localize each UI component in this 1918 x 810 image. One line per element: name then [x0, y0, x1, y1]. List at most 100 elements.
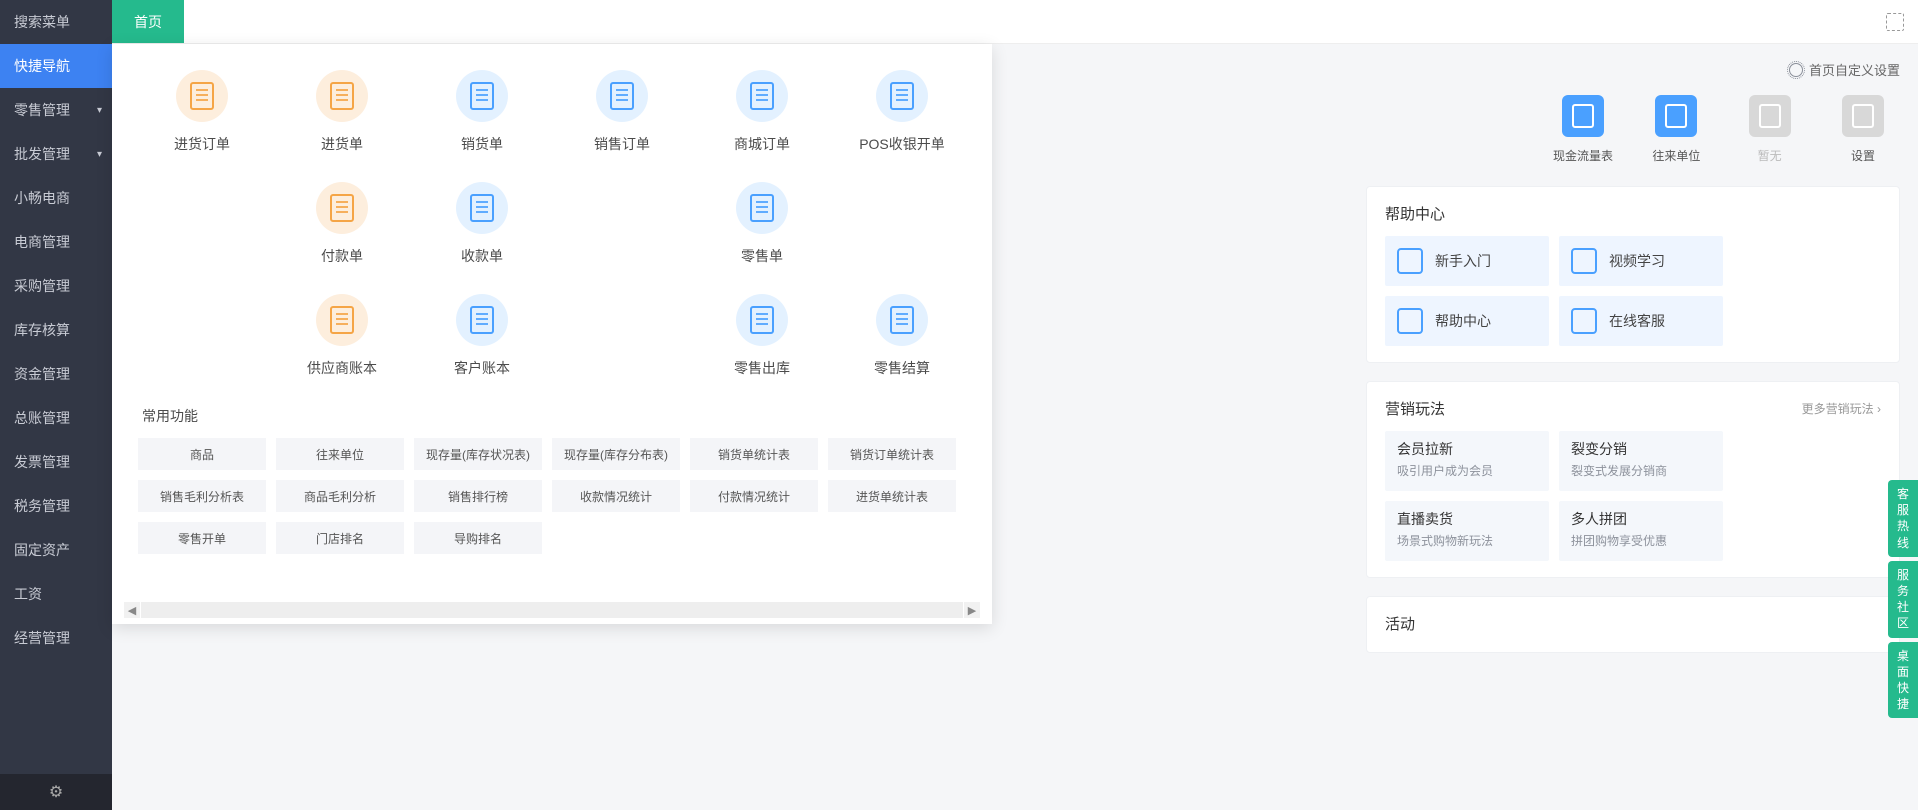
- help-item-0[interactable]: 新手入门: [1385, 236, 1549, 286]
- tab-home[interactable]: 首页: [112, 0, 184, 43]
- sidebar-item-1[interactable]: 快捷导航: [0, 44, 112, 88]
- fn-btn-8[interactable]: 销售排行榜: [414, 480, 542, 512]
- promo-title: 多人拼团: [1571, 509, 1711, 529]
- fullscreen-icon[interactable]: [1886, 13, 1904, 31]
- retail-out-icon[interactable]: [736, 294, 788, 346]
- doc-icon: [750, 194, 774, 222]
- activity-title: 活动: [1385, 613, 1415, 634]
- quick-contacts[interactable]: 往来单位: [1641, 95, 1711, 164]
- help-label: 视频学习: [1609, 251, 1665, 271]
- sidebar: 搜索菜单快捷导航零售管理▾批发管理▾小畅电商电商管理采购管理库存核算资金管理总账…: [0, 0, 112, 810]
- mall-order-icon[interactable]: [736, 70, 788, 122]
- sidebar-item-8[interactable]: 资金管理: [0, 352, 112, 396]
- activity-card: 活动: [1366, 596, 1900, 653]
- marketing-more-link[interactable]: 更多营销玩法 ›: [1802, 400, 1881, 417]
- sidebar-item-9[interactable]: 总账管理: [0, 396, 112, 440]
- retail-out-label: 零售出库: [734, 358, 790, 378]
- retail-settle-label: 零售结算: [874, 358, 930, 378]
- fn-btn-5[interactable]: 销货订单统计表: [828, 438, 956, 470]
- sidebar-item-3[interactable]: 批发管理▾: [0, 132, 112, 176]
- fn-btn-11[interactable]: 进货单统计表: [828, 480, 956, 512]
- doc-icon: [890, 82, 914, 110]
- help-item-1[interactable]: 视频学习: [1559, 236, 1723, 286]
- doc-icon: [470, 194, 494, 222]
- sidebar-item-4[interactable]: 小畅电商: [0, 176, 112, 220]
- help-icon: [1397, 308, 1423, 334]
- fn-btn-13[interactable]: 门店排名: [276, 522, 404, 554]
- help-label: 帮助中心: [1435, 311, 1491, 331]
- payment-label: 付款单: [321, 246, 363, 266]
- sidebar-item-10[interactable]: 发票管理: [0, 440, 112, 484]
- promo-sub: 场景式购物新玩法: [1397, 532, 1537, 549]
- gear-icon: ⚙: [49, 782, 63, 802]
- purchase-order-icon[interactable]: [176, 70, 228, 122]
- promo-3[interactable]: 多人拼团拼团购物享受优惠: [1559, 501, 1723, 561]
- sidebar-item-12[interactable]: 固定资产: [0, 528, 112, 572]
- help-icon: [1397, 248, 1423, 274]
- home-custom-settings[interactable]: 首页自定义设置: [1366, 60, 1900, 79]
- fn-btn-4[interactable]: 销货单统计表: [690, 438, 818, 470]
- payment-icon[interactable]: [316, 182, 368, 234]
- retail-settle-icon[interactable]: [876, 294, 928, 346]
- promo-sub: 裂变式发展分销商: [1571, 462, 1711, 479]
- fn-btn-2[interactable]: 现存量(库存状况表): [414, 438, 542, 470]
- fn-btn-6[interactable]: 销售毛利分析表: [138, 480, 266, 512]
- pos-open-label: POS收银开单: [859, 134, 945, 154]
- float-btn-1[interactable]: 服务社区: [1888, 561, 1918, 638]
- marketing-card: 营销玩法 更多营销玩法 › 会员拉新吸引用户成为会员裂变分销裂变式发展分销商直播…: [1366, 381, 1900, 578]
- quick-label: 设置: [1851, 147, 1875, 164]
- quick-placeholder[interactable]: 暂无: [1735, 95, 1805, 164]
- promo-0[interactable]: 会员拉新吸引用户成为会员: [1385, 431, 1549, 491]
- scroll-track[interactable]: [141, 602, 963, 618]
- fn-btn-1[interactable]: 往来单位: [276, 438, 404, 470]
- supplier-ledger-icon[interactable]: [316, 294, 368, 346]
- fn-btn-14[interactable]: 导购排名: [414, 522, 542, 554]
- common-functions-title: 常用功能: [142, 406, 972, 426]
- fn-btn-3[interactable]: 现存量(库存分布表): [552, 438, 680, 470]
- fn-btn-0[interactable]: 商品: [138, 438, 266, 470]
- sidebar-item-11[interactable]: 税务管理: [0, 484, 112, 528]
- sidebar-item-14[interactable]: 经营管理: [0, 616, 112, 660]
- sales-order-icon[interactable]: [596, 70, 648, 122]
- right-column: 首页自定义设置 现金流量表往来单位暂无设置 帮助中心 新手入门视频学习帮助中心在…: [1366, 60, 1900, 671]
- promo-2[interactable]: 直播卖货场景式购物新玩法: [1385, 501, 1549, 561]
- fn-btn-10[interactable]: 付款情况统计: [690, 480, 818, 512]
- scroll-left-icon[interactable]: ◀: [124, 602, 140, 618]
- pos-open-icon[interactable]: [876, 70, 928, 122]
- fn-btn-9[interactable]: 收款情况统计: [552, 480, 680, 512]
- quick-settings[interactable]: 设置: [1828, 95, 1898, 164]
- sidebar-item-0[interactable]: 搜索菜单: [0, 0, 112, 44]
- float-btn-2[interactable]: 桌面快捷: [1888, 642, 1918, 719]
- sales-receipt-icon[interactable]: [456, 70, 508, 122]
- sidebar-settings[interactable]: ⚙: [0, 774, 112, 810]
- mall-order-label: 商城订单: [734, 134, 790, 154]
- receipt-icon[interactable]: [456, 182, 508, 234]
- promo-sub: 拼团购物享受优惠: [1571, 532, 1711, 549]
- help-item-2[interactable]: 帮助中心: [1385, 296, 1549, 346]
- float-btn-0[interactable]: 客服热线: [1888, 480, 1918, 557]
- help-icon: [1571, 248, 1597, 274]
- doc-icon: [610, 82, 634, 110]
- flyout-scrollbar[interactable]: ◀ ▶: [124, 602, 980, 618]
- doc-icon: [890, 306, 914, 334]
- promo-1[interactable]: 裂变分销裂变式发展分销商: [1559, 431, 1723, 491]
- doc-icon: [750, 82, 774, 110]
- settings-icon: [1842, 95, 1884, 137]
- sidebar-item-5[interactable]: 电商管理: [0, 220, 112, 264]
- receipt-label: 收款单: [461, 246, 503, 266]
- fn-btn-7[interactable]: 商品毛利分析: [276, 480, 404, 512]
- sidebar-item-6[interactable]: 采购管理: [0, 264, 112, 308]
- sidebar-item-2[interactable]: 零售管理▾: [0, 88, 112, 132]
- fn-btn-12[interactable]: 零售开单: [138, 522, 266, 554]
- purchase-receipt-icon[interactable]: [316, 70, 368, 122]
- help-icon: [1571, 308, 1597, 334]
- retail-doc-icon[interactable]: [736, 182, 788, 234]
- customer-ledger-icon[interactable]: [456, 294, 508, 346]
- scroll-right-icon[interactable]: ▶: [964, 602, 980, 618]
- quick-cashflow[interactable]: 现金流量表: [1548, 95, 1618, 164]
- cashflow-icon: [1562, 95, 1604, 137]
- sidebar-item-13[interactable]: 工资: [0, 572, 112, 616]
- sales-order-label: 销售订单: [594, 134, 650, 154]
- help-item-3[interactable]: 在线客服: [1559, 296, 1723, 346]
- sidebar-item-7[interactable]: 库存核算: [0, 308, 112, 352]
